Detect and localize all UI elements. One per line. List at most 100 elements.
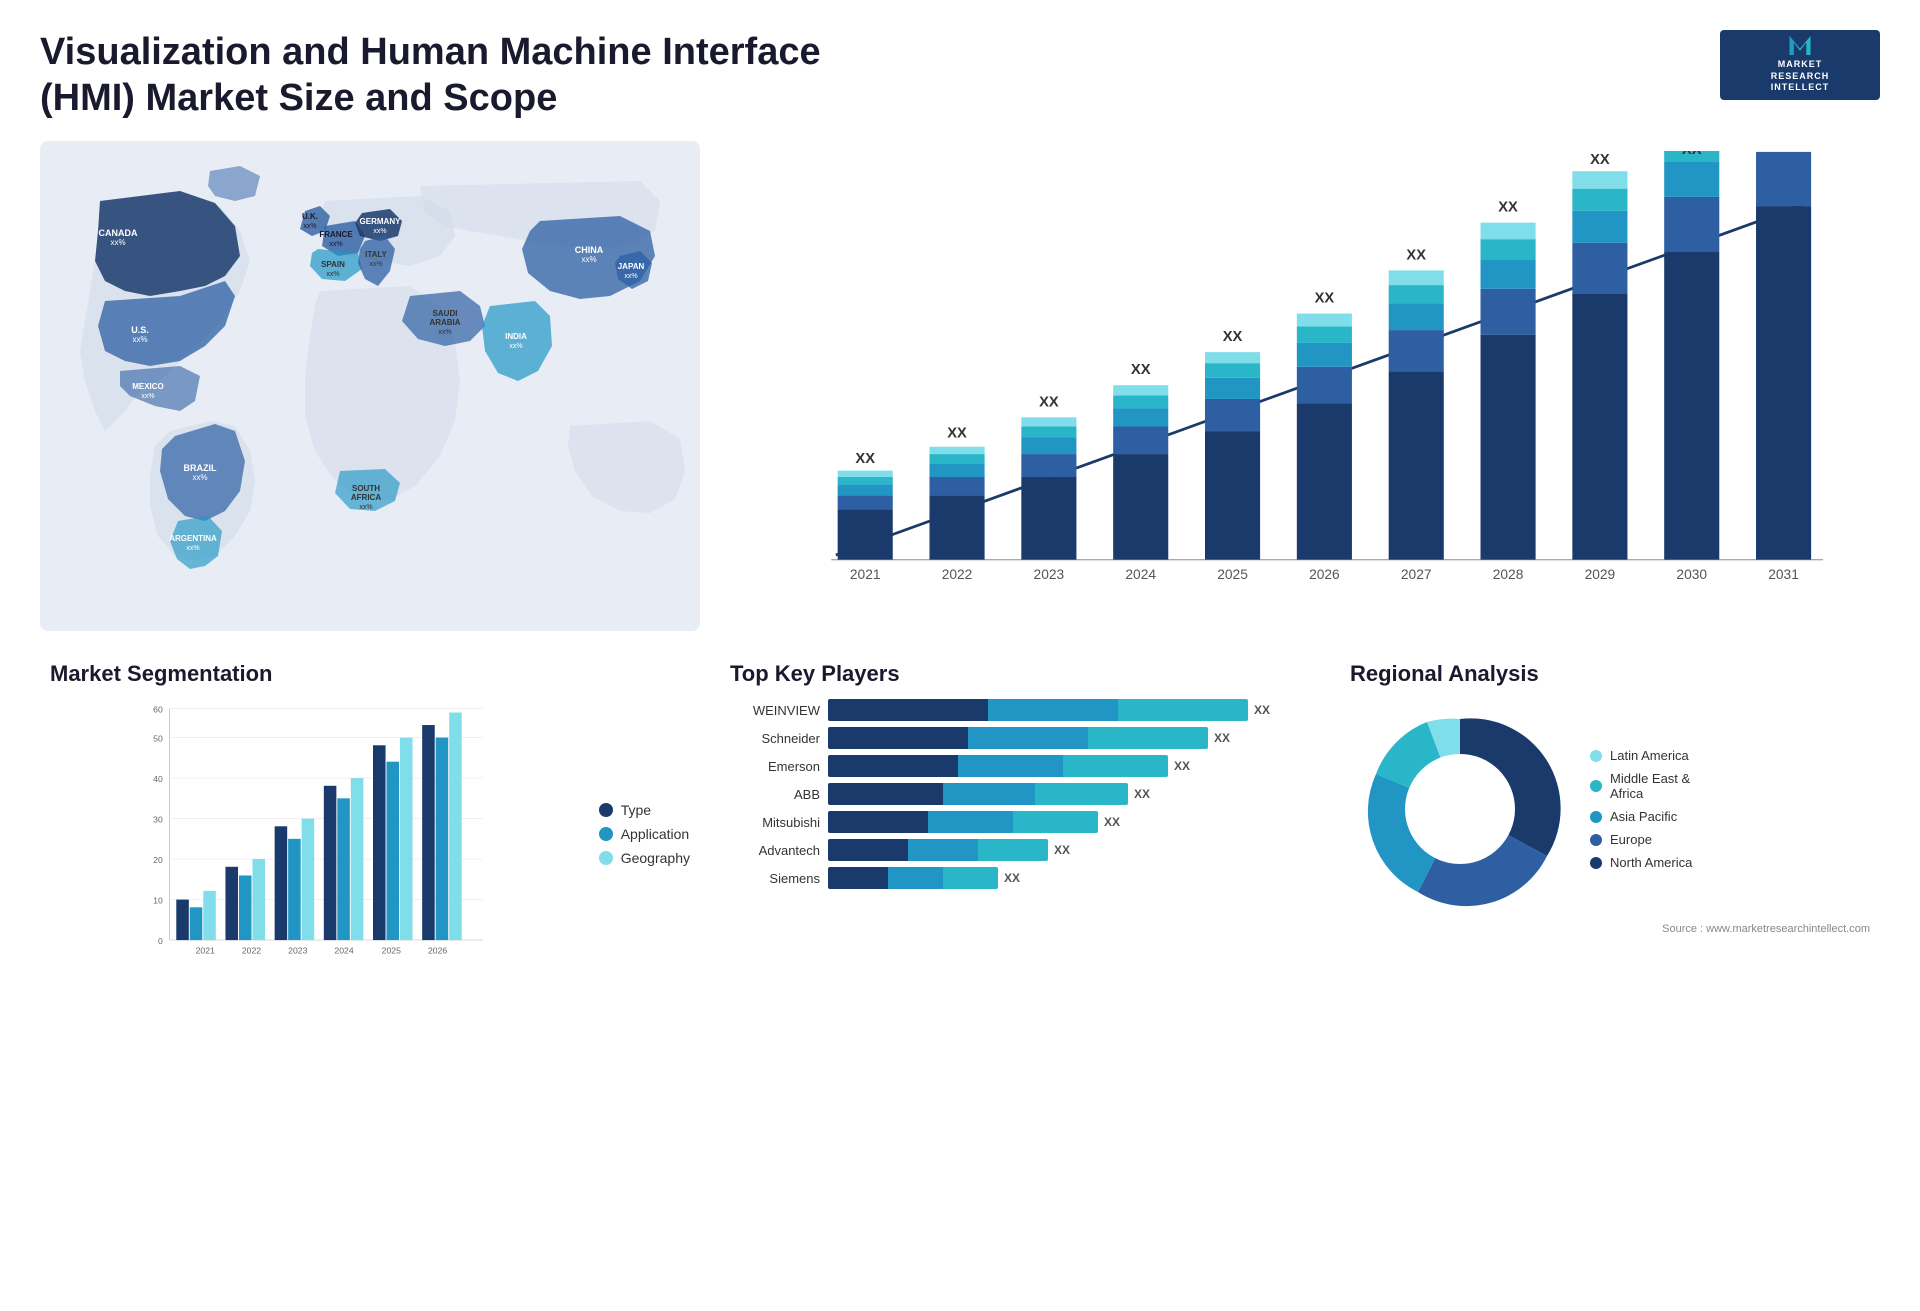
latin-america-dot — [1590, 750, 1602, 762]
player-bar-siemens: XX — [828, 867, 1310, 889]
bar-mitsubishi — [828, 811, 1098, 833]
svg-text:xx%: xx% — [373, 228, 386, 235]
latin-america-label: Latin America — [1610, 748, 1689, 763]
svg-text:2027: 2027 — [1401, 567, 1432, 582]
svg-text:xx%: xx% — [509, 343, 522, 350]
svg-text:2023: 2023 — [288, 946, 307, 956]
legend-latin-america: Latin America — [1590, 748, 1692, 763]
svg-text:xx%: xx% — [438, 329, 451, 336]
left-panel: CANADA xx% U.S. xx% MEXICO xx% BRAZIL xx… — [40, 141, 700, 1041]
map-container: CANADA xx% U.S. xx% MEXICO xx% BRAZIL xx… — [40, 141, 700, 631]
regional-title: Regional Analysis — [1350, 661, 1870, 687]
svg-text:2024: 2024 — [1125, 567, 1156, 582]
svg-text:CHINA: CHINA — [575, 245, 604, 255]
svg-text:xx%: xx% — [329, 241, 342, 248]
svg-text:2026: 2026 — [1309, 567, 1340, 582]
svg-text:2024: 2024 — [334, 946, 353, 956]
svg-text:xx%: xx% — [186, 545, 199, 552]
svg-text:xx%: xx% — [624, 273, 637, 280]
svg-text:AFRICA: AFRICA — [351, 493, 381, 502]
svg-text:XX: XX — [1590, 152, 1610, 168]
type-label: Type — [621, 802, 651, 818]
svg-text:2021: 2021 — [850, 567, 881, 582]
player-row-emerson: Emerson XX — [730, 755, 1310, 777]
bar-advantech — [828, 839, 1048, 861]
player-name-weinview: WEINVIEW — [730, 703, 820, 718]
north-america-dot — [1590, 857, 1602, 869]
north-america-label: North America — [1610, 855, 1692, 870]
svg-text:SAUDI: SAUDI — [433, 309, 458, 318]
svg-text:2021: 2021 — [196, 946, 215, 956]
page-title: Visualization and Human Machine Interfac… — [40, 30, 840, 121]
svg-text:ARGENTINA: ARGENTINA — [169, 534, 217, 543]
svg-text:10: 10 — [153, 896, 163, 906]
middle-east-dot — [1590, 780, 1602, 792]
svg-text:2028: 2028 — [1493, 567, 1524, 582]
player-name-advantech: Advantech — [730, 843, 820, 858]
player-name-emerson: Emerson — [730, 759, 820, 774]
xx-weinview: XX — [1254, 703, 1270, 717]
svg-text:XX: XX — [855, 451, 875, 467]
svg-text:xx%: xx% — [581, 255, 596, 264]
seg-legend-geography: Geography — [599, 850, 690, 866]
svg-text:XX: XX — [1131, 362, 1151, 378]
svg-text:U.K.: U.K. — [302, 212, 318, 221]
source-line: Source : www.marketresearchintellect.com — [1350, 923, 1870, 935]
svg-text:SOUTH: SOUTH — [352, 484, 380, 493]
svg-text:2026: 2026 — [428, 946, 447, 956]
players-list: WEINVIEW XX — [730, 699, 1310, 889]
asia-pacific-label: Asia Pacific — [1610, 809, 1677, 824]
svg-text:xx%: xx% — [132, 335, 147, 344]
bar-schneider — [828, 727, 1208, 749]
svg-text:60: 60 — [153, 705, 163, 715]
xx-siemens: XX — [1004, 871, 1020, 885]
right-panel: XX 2021 XX 2022 XX — [720, 141, 1880, 1041]
svg-text:FRANCE: FRANCE — [319, 230, 353, 239]
key-players-section: Top Key Players WEINVIEW XX — [720, 651, 1320, 1041]
player-row-schneider: Schneider XX — [730, 727, 1310, 749]
seg-legend-type: Type — [599, 802, 690, 818]
svg-text:30: 30 — [153, 815, 163, 825]
svg-text:XX: XX — [1682, 151, 1702, 158]
segmentation-title: Market Segmentation — [50, 661, 690, 687]
svg-text:BRAZIL: BRAZIL — [184, 463, 217, 473]
svg-text:2025: 2025 — [382, 946, 401, 956]
svg-text:U.S.: U.S. — [131, 325, 149, 335]
middle-east-label: Middle East &Africa — [1610, 771, 1690, 801]
player-bar-mitsubishi: XX — [828, 811, 1310, 833]
svg-text:xx%: xx% — [303, 223, 316, 230]
europe-dot — [1590, 834, 1602, 846]
svg-text:xx%: xx% — [326, 271, 339, 278]
bar-siemens — [828, 867, 998, 889]
key-players-title: Top Key Players — [730, 661, 1310, 687]
logo-text: MARKETRESEARCHINTELLECT — [1771, 59, 1830, 94]
segmentation-section: Market Segmentation 0 10 — [40, 651, 700, 1311]
player-row-mitsubishi: Mitsubishi XX — [730, 811, 1310, 833]
svg-text:INDIA: INDIA — [505, 332, 527, 341]
svg-text:2022: 2022 — [242, 946, 261, 956]
bottom-row: Top Key Players WEINVIEW XX — [720, 651, 1880, 1041]
geography-label: Geography — [621, 850, 690, 866]
svg-text:xx%: xx% — [110, 238, 125, 247]
seg-legend: Type Application Geography — [599, 802, 690, 866]
player-row-weinview: WEINVIEW XX — [730, 699, 1310, 721]
logo-box: MARKETRESEARCHINTELLECT — [1720, 30, 1880, 100]
svg-text:xx%: xx% — [192, 473, 207, 482]
svg-text:2029: 2029 — [1585, 567, 1616, 582]
application-dot — [599, 827, 613, 841]
svg-text:xx%: xx% — [141, 393, 154, 400]
legend-north-america: North America — [1590, 855, 1692, 870]
svg-text:2022: 2022 — [942, 567, 973, 582]
svg-text:2031: 2031 — [1768, 567, 1799, 582]
geography-dot — [599, 851, 613, 865]
xx-advantech: XX — [1054, 843, 1070, 857]
player-row-abb: ABB XX — [730, 783, 1310, 805]
application-label: Application — [621, 826, 690, 842]
svg-text:40: 40 — [153, 774, 163, 784]
player-bar-schneider: XX — [828, 727, 1310, 749]
player-name-schneider: Schneider — [730, 731, 820, 746]
xx-abb: XX — [1134, 787, 1150, 801]
player-row-advantech: Advantech XX — [730, 839, 1310, 861]
header: Visualization and Human Machine Interfac… — [40, 30, 1880, 121]
asia-pacific-dot — [1590, 811, 1602, 823]
